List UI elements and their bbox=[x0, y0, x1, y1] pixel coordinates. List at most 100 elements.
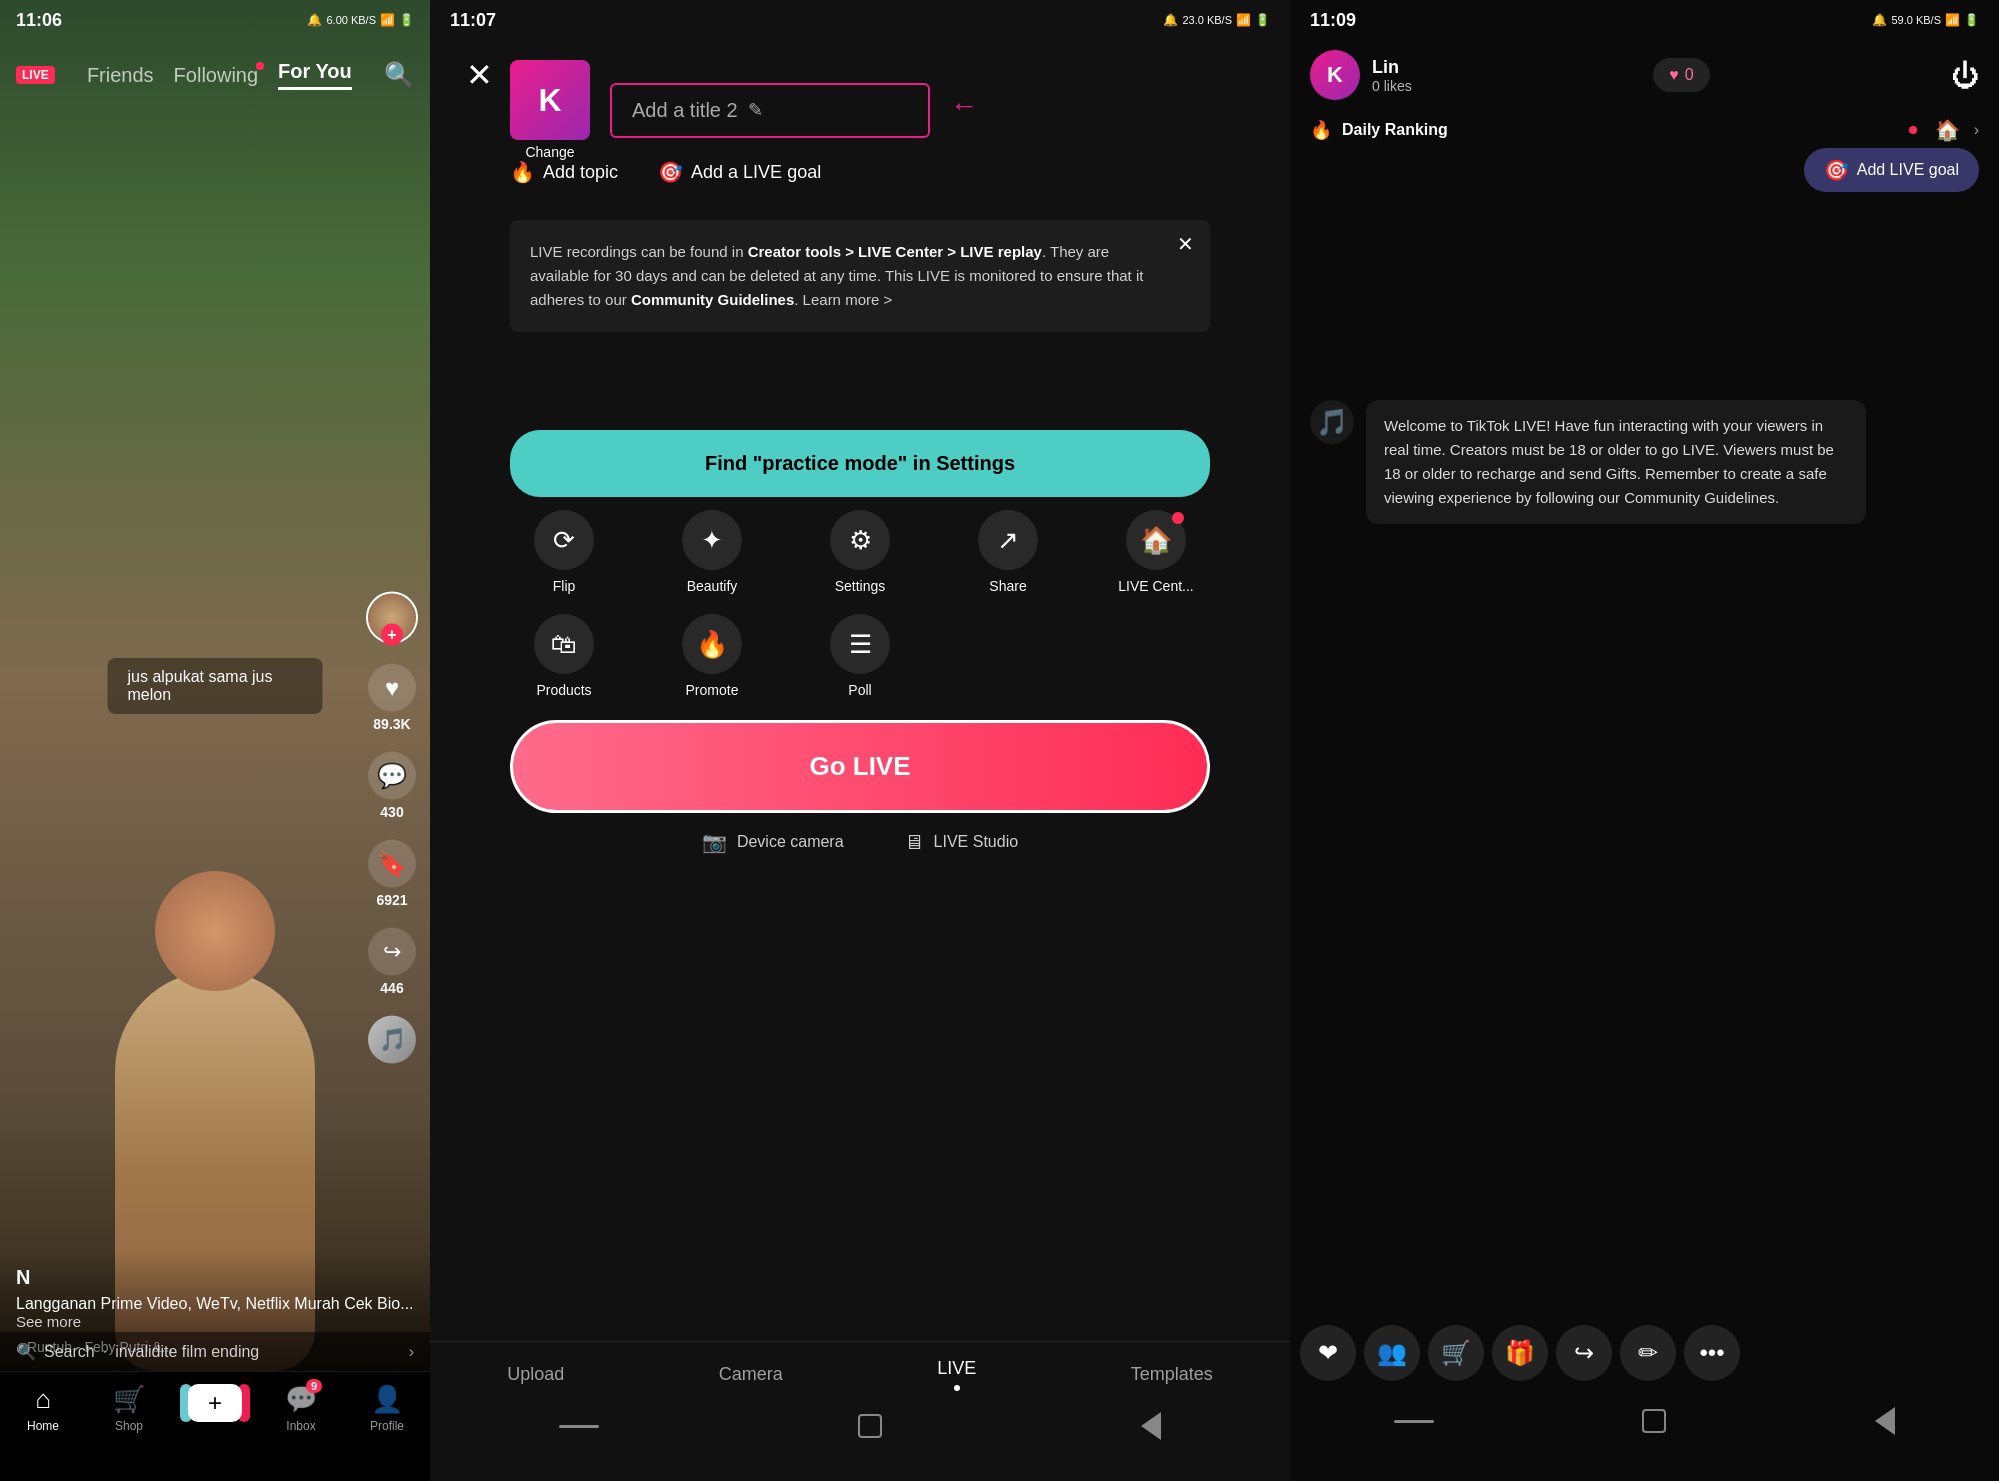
shop-icon: 🛒 bbox=[113, 1384, 145, 1415]
p3-status-icons: 🔔 59.0 KB/S 📶 🔋 bbox=[1872, 13, 1979, 27]
close-button[interactable]: ✕ bbox=[454, 50, 504, 100]
share-label: Share bbox=[989, 578, 1026, 594]
edit-action-button[interactable]: ✏ bbox=[1620, 1325, 1676, 1381]
comment-button[interactable]: 💬 430 bbox=[368, 751, 416, 819]
wifi-icon: 📶 bbox=[380, 13, 395, 27]
tool-flip[interactable]: ⟳ Flip bbox=[514, 510, 614, 594]
live-studio-option[interactable]: 🖥 LIVE Studio bbox=[904, 830, 1019, 854]
fire-icon: 🔥 bbox=[1310, 119, 1332, 141]
tab-upload[interactable]: Upload bbox=[507, 1364, 564, 1385]
shop-action-button[interactable]: 🛒 bbox=[1428, 1325, 1484, 1381]
status-bar-1: 11:06 🔔 6.00 KB/S 📶 🔋 bbox=[0, 0, 430, 40]
nav-following[interactable]: Following bbox=[174, 64, 258, 87]
nav-for-you[interactable]: For You bbox=[278, 60, 352, 90]
tool-share[interactable]: ↗ Share bbox=[958, 510, 1058, 594]
search-query: invalidite film ending bbox=[115, 1343, 259, 1361]
house-icon: 🏠 bbox=[1935, 118, 1960, 142]
tool-promote[interactable]: 🔥 Promote bbox=[662, 614, 762, 698]
share-icon: ↗ bbox=[978, 510, 1038, 570]
tool-products[interactable]: 🛍 Products bbox=[514, 614, 614, 698]
products-icon: 🛍 bbox=[534, 614, 594, 674]
title-placeholder: Add a title 2 bbox=[632, 99, 738, 122]
community-guidelines-link[interactable]: Community Guidelines bbox=[631, 291, 794, 308]
inbox-label: Inbox bbox=[286, 1419, 315, 1433]
goal-emoji: 🎯 bbox=[658, 160, 683, 184]
p3-nav-back-icon[interactable] bbox=[1875, 1407, 1895, 1435]
tool-settings[interactable]: ⚙ Settings bbox=[810, 510, 910, 594]
share-action-button[interactable]: ↪ bbox=[1556, 1325, 1612, 1381]
share-count: 446 bbox=[380, 979, 403, 995]
tab-live[interactable]: LIVE bbox=[937, 1358, 976, 1379]
live-center-label: LIVE Cent... bbox=[1118, 578, 1193, 594]
ranking-bar[interactable]: 🔥 Daily Ranking 🏠 › bbox=[1290, 110, 1999, 150]
device-camera-label: Device camera bbox=[737, 833, 844, 851]
goal-icon-p3: 🎯 bbox=[1824, 158, 1849, 182]
topics-row: 🔥 Add topic 🎯 Add a LIVE goal bbox=[510, 160, 821, 184]
profile-icon: 👤 bbox=[371, 1384, 403, 1415]
right-actions: + ♥ 89.3K 💬 430 🔖 6921 ↪ 446 🎵 bbox=[366, 591, 418, 1063]
shop-action-icon: 🛒 bbox=[1441, 1339, 1471, 1367]
nav-friends[interactable]: Friends bbox=[87, 64, 154, 87]
video-container[interactable]: jus alpukat sama jus melon N Langganan P… bbox=[0, 0, 430, 1371]
share-button[interactable]: ↪ 446 bbox=[368, 927, 416, 995]
p3-bottom-bar bbox=[1290, 1381, 1999, 1481]
tool-beautify[interactable]: ✦ Beautify bbox=[662, 510, 762, 594]
tool-poll[interactable]: ☰ Poll bbox=[810, 614, 910, 698]
gift-icon: 🎁 bbox=[1505, 1339, 1535, 1367]
edit-action-icon: ✏ bbox=[1638, 1339, 1658, 1367]
p3-status-time: 11:09 bbox=[1310, 10, 1356, 31]
more-button[interactable]: ••• bbox=[1684, 1325, 1740, 1381]
live-studio-label: LIVE Studio bbox=[934, 833, 1019, 851]
tab-camera[interactable]: Camera bbox=[719, 1364, 783, 1385]
go-live-button[interactable]: Go LIVE bbox=[510, 720, 1210, 813]
search-bar[interactable]: 🔍 Search · invalidite film ending › bbox=[0, 1332, 430, 1371]
camera-options: 📷 Device camera 🖥 LIVE Studio bbox=[510, 830, 1210, 854]
follow-button[interactable]: + bbox=[381, 623, 403, 645]
live-studio-icon: 🖥 bbox=[904, 831, 924, 854]
top-nav: LIVE Friends Following For You 🔍 bbox=[0, 40, 430, 110]
title-input[interactable]: Add a title 2 ✎ bbox=[610, 83, 930, 138]
like-button[interactable]: ♥ 89.3K bbox=[368, 663, 416, 731]
p3-signal-icon: 🔔 bbox=[1872, 13, 1887, 27]
cover-thumbnail[interactable]: K bbox=[510, 60, 590, 140]
nav-shop[interactable]: 🛒 Shop bbox=[94, 1384, 164, 1433]
nav-create[interactable]: + bbox=[180, 1384, 250, 1422]
search-separator: · bbox=[103, 1343, 107, 1361]
tool-live-center[interactable]: 🏠 LIVE Cent... bbox=[1106, 510, 1206, 594]
like-action-button[interactable]: ❤ bbox=[1300, 1325, 1356, 1381]
status-time-1: 11:06 bbox=[16, 10, 62, 31]
nav-inbox[interactable]: 💬 9 Inbox bbox=[266, 1384, 336, 1433]
see-more-link[interactable]: See more bbox=[16, 1313, 81, 1330]
nav-profile[interactable]: 👤 Profile bbox=[352, 1384, 422, 1433]
p3-status-bar: 11:09 🔔 59.0 KB/S 📶 🔋 bbox=[1290, 0, 1999, 40]
add-live-goal-button[interactable]: 🎯 Add LIVE goal bbox=[1804, 148, 1979, 192]
panel-live-broadcast: 11:09 🔔 59.0 KB/S 📶 🔋 K Lin 0 likes ♥ 0 … bbox=[1290, 0, 1999, 1481]
add-goal-button[interactable]: 🎯 Add a LIVE goal bbox=[658, 160, 821, 184]
heart-button[interactable]: ♥ 0 bbox=[1653, 58, 1709, 92]
p2-nav-back-icon[interactable] bbox=[1141, 1412, 1161, 1440]
practice-mode-button[interactable]: Find "practice mode" in Settings bbox=[510, 430, 1210, 497]
p2-signal-icon: 🔔 bbox=[1163, 13, 1178, 27]
tab-templates[interactable]: Templates bbox=[1131, 1364, 1213, 1385]
video-caption-text: jus alpukat sama jus melon bbox=[128, 668, 273, 703]
person-head bbox=[155, 871, 275, 991]
share-action-icon: ↪ bbox=[1574, 1339, 1594, 1367]
info-close-button[interactable]: ✕ bbox=[1177, 232, 1194, 256]
creator-avatar-wrapper: + bbox=[366, 591, 418, 643]
save-button[interactable]: 🔖 6921 bbox=[368, 839, 416, 907]
creator-tools-link[interactable]: Creator tools > LIVE Center > LIVE repla… bbox=[748, 243, 1042, 260]
p3-user-info: K Lin 0 likes bbox=[1310, 50, 1412, 100]
p2-bottom-tabs: Upload Camera LIVE Templates bbox=[430, 1341, 1290, 1391]
nav-home[interactable]: ⌂ Home bbox=[8, 1384, 78, 1433]
p3-nav-menu-icon bbox=[1394, 1420, 1434, 1423]
power-icon[interactable]: ⏻ bbox=[1951, 59, 1979, 92]
poll-label: Poll bbox=[848, 682, 871, 698]
inbox-badge: 9 bbox=[306, 1379, 322, 1393]
search-icon[interactable]: 🔍 bbox=[384, 61, 414, 89]
add-topic-button[interactable]: 🔥 Add topic bbox=[510, 160, 618, 184]
device-camera-option[interactable]: 📷 Device camera bbox=[702, 830, 844, 854]
music-disc[interactable]: 🎵 bbox=[368, 1015, 416, 1063]
gift-button[interactable]: 🎁 bbox=[1492, 1325, 1548, 1381]
info-box: ✕ LIVE recordings can be found in Creato… bbox=[510, 220, 1210, 332]
audience-button[interactable]: 👥 bbox=[1364, 1325, 1420, 1381]
